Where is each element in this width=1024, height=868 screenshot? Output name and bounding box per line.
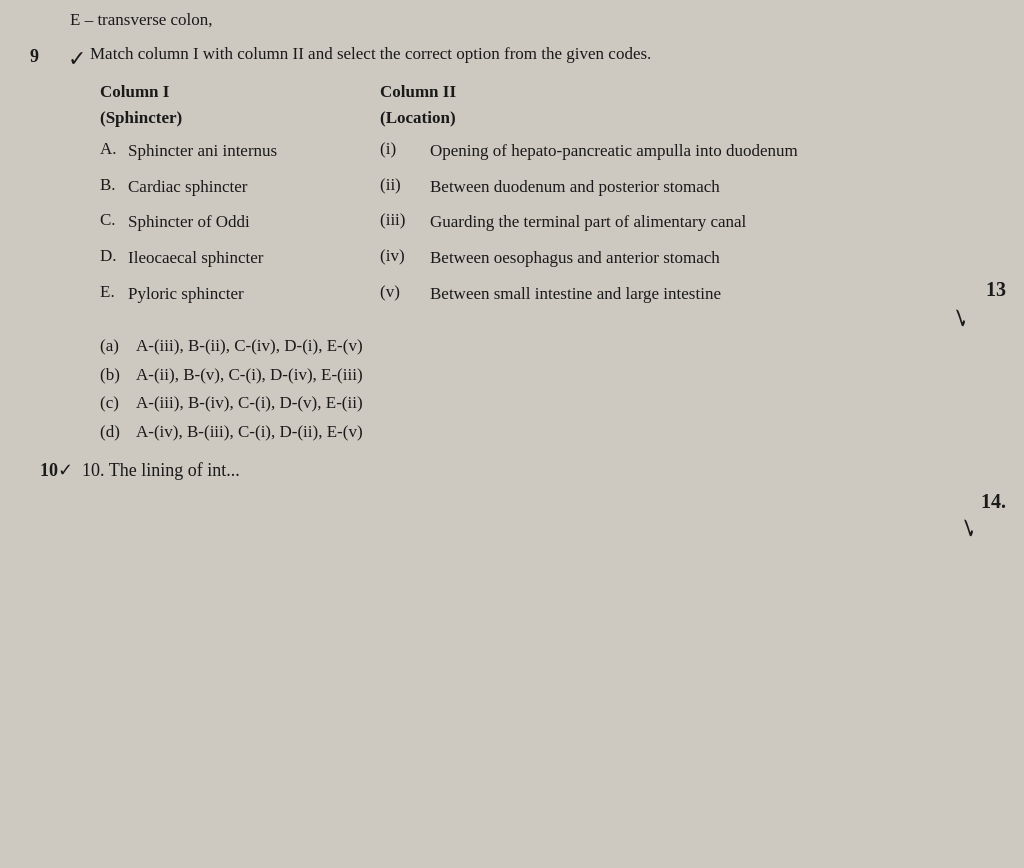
bottom-number: 10 (40, 460, 58, 480)
question-number-9: 9 (30, 44, 68, 67)
checkmark-9: ✓ (68, 46, 90, 72)
columns-container: Column I (Sphincter) A. Sphincter ani in… (90, 81, 994, 318)
column-i-subheader: (Sphincter) (100, 107, 380, 129)
top-partial-text: E – transverse colon, (30, 10, 994, 30)
option-b-letter: (b) (100, 363, 136, 387)
col-i-text-e: Pyloric sphincter (128, 282, 328, 306)
col-i-row-e: E. Pyloric sphincter (100, 282, 380, 306)
col-ii-row-ii: (ii) Between duodenum and posterior stom… (380, 175, 994, 199)
option-a: (a) A-(iii), B-(ii), C-(iv), D-(i), E-(v… (100, 334, 994, 358)
col-i-letter-c: C. (100, 210, 128, 230)
question-9-content: Match column I with column II and select… (90, 42, 994, 449)
question-9: 9 ✓ Match column I with column II and se… (30, 42, 994, 449)
option-d-letter: (d) (100, 420, 136, 444)
col-ii-roman-iii: (iii) (380, 210, 430, 230)
column-ii-header: Column II (380, 81, 994, 103)
col-ii-text-ii: Between duodenum and posterior stomach (430, 175, 994, 199)
column-i-header: Column I (100, 81, 380, 103)
options-block: (a) A-(iii), B-(ii), C-(iv), D-(i), E-(v… (90, 334, 994, 444)
col-ii-roman-iv: (iv) (380, 246, 430, 266)
col-i-text-d: Ileocaecal sphincter (128, 246, 328, 270)
bottom-partial-content: 10. The lining of int... (82, 460, 240, 480)
col-i-letter-d: D. (100, 246, 128, 266)
option-d-text: A-(iv), B-(iii), C-(i), D-(ii), E-(v) (136, 420, 363, 444)
option-a-text: A-(iii), B-(ii), C-(iv), D-(i), E-(v) (136, 334, 363, 358)
column-ii: Column II (Location) (i) Opening of hepa… (380, 81, 994, 318)
col-i-letter-e: E. (100, 282, 128, 302)
col-ii-text-i: Opening of hepato-pancreatic ampulla int… (430, 139, 994, 163)
col-i-row-d: D. Ileocaecal sphincter (100, 246, 380, 270)
option-d: (d) A-(iv), B-(iii), C-(i), D-(ii), E-(v… (100, 420, 994, 444)
col-i-row-a: A. Sphincter ani internus (100, 139, 380, 163)
column-ii-subheader: (Location) (380, 107, 994, 129)
col-ii-text-iii: Guarding the terminal part of alimentary… (430, 210, 994, 234)
col-ii-row-iv: (iv) Between oesophagus and anterior sto… (380, 246, 994, 270)
col-ii-row-i: (i) Opening of hepato-pancreatic ampulla… (380, 139, 994, 163)
side-number-13: 13 (986, 278, 1006, 301)
col-ii-roman-v: (v) (380, 282, 430, 302)
option-c: (c) A-(iii), B-(iv), C-(i), D-(v), E-(ii… (100, 391, 994, 415)
checkmark-10: ✓ (58, 460, 73, 480)
col-i-row-c: C. Sphincter of Oddi (100, 210, 380, 234)
col-ii-row-v: (v) Between small intestine and large in… (380, 282, 994, 306)
option-c-text: A-(iii), B-(iv), C-(i), D-(v), E-(ii) (136, 391, 363, 415)
option-b-text: A-(ii), B-(v), C-(i), D-(iv), E-(iii) (136, 363, 363, 387)
col-i-row-b: B. Cardiac sphincter (100, 175, 380, 199)
question-9-text: Match column I with column II and select… (90, 42, 994, 67)
option-b: (b) A-(ii), B-(v), C-(i), D-(iv), E-(iii… (100, 363, 994, 387)
bottom-partial-text: 10✓ 10. The lining of int... (30, 459, 994, 481)
col-ii-text-iv: Between oesophagus and anterior stomach (430, 246, 994, 270)
checkmark-14: ✓ (959, 510, 979, 546)
col-ii-roman-i: (i) (380, 139, 430, 159)
col-i-letter-a: A. (100, 139, 128, 159)
side-number-14: 14. (981, 490, 1006, 513)
option-a-letter: (a) (100, 334, 136, 358)
col-i-text-b: Cardiac sphincter (128, 175, 328, 199)
page: E – transverse colon, 9 ✓ Match column I… (0, 0, 1024, 868)
col-ii-roman-ii: (ii) (380, 175, 430, 195)
col-i-text-a: Sphincter ani internus (128, 139, 328, 163)
col-i-text-c: Sphincter of Oddi (128, 210, 328, 234)
option-c-letter: (c) (100, 391, 136, 415)
col-i-letter-b: B. (100, 175, 128, 195)
col-ii-row-iii: (iii) Guarding the terminal part of alim… (380, 210, 994, 234)
column-i: Column I (Sphincter) A. Sphincter ani in… (100, 81, 380, 318)
col-ii-text-v: Between small intestine and large intest… (430, 282, 994, 306)
